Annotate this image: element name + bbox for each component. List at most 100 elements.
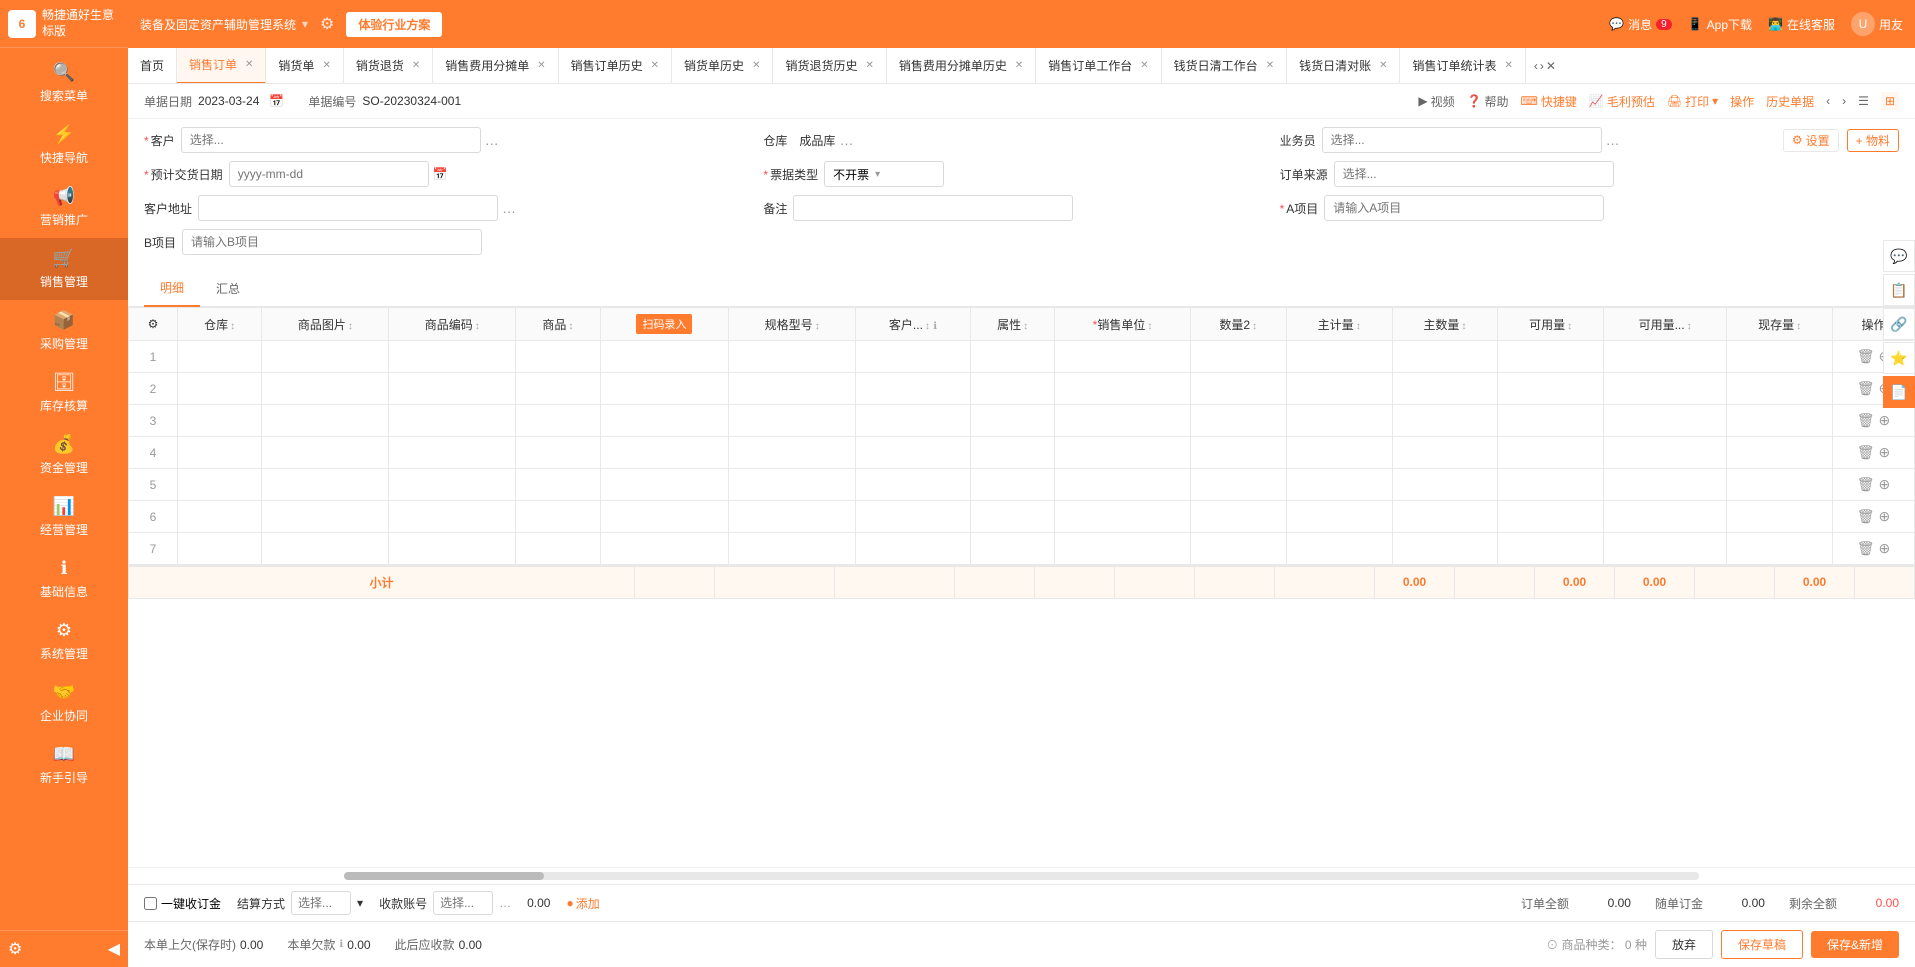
th-available[interactable]: 可用量↕ <box>1498 308 1604 341</box>
tab-close-icon[interactable]: ✕ <box>537 60 545 71</box>
delete-icon[interactable]: 🗑 <box>1857 508 1875 525</box>
tab-order-history[interactable]: 销售订单历史 ✕ <box>559 48 672 84</box>
tab-invoice-history[interactable]: 销货单历史 ✕ <box>672 48 773 84</box>
app-download-item[interactable]: 📱 App下载 <box>1688 16 1752 33</box>
tab-close-icon[interactable]: ✕ <box>1379 60 1387 71</box>
right-btn-doc[interactable]: 📄 <box>1883 376 1915 408</box>
save-draft-button[interactable]: 保存草稿 <box>1721 930 1803 959</box>
tab-expense-split[interactable]: 销售费用分摊单 ✕ <box>433 48 558 84</box>
form-view-icon[interactable]: ⊞ <box>1881 92 1899 110</box>
sidebar-item-cooperation[interactable]: 🤝 企业协同 <box>0 672 128 734</box>
right-btn-link[interactable]: 🔗 <box>1883 308 1915 340</box>
tab-sales-return[interactable]: 销货退货 ✕ <box>344 48 433 84</box>
invoice-select[interactable]: 不开票 ▾ <box>824 161 944 187</box>
tab-cash-workbench[interactable]: 钱货日清工作台 ✕ <box>1162 48 1287 84</box>
tab-workbench[interactable]: 销售订单工作台 ✕ <box>1036 48 1161 84</box>
discard-button[interactable]: 放弃 <box>1655 930 1713 959</box>
right-btn-chat[interactable]: 💬 <box>1883 240 1915 272</box>
message-item[interactable]: 💬 消息 9 <box>1609 16 1672 33</box>
tab-nav[interactable]: ‹ › ✕ <box>1526 59 1564 73</box>
staff-ellipsis[interactable]: … <box>1606 132 1620 148</box>
detail-tab-detail[interactable]: 明细 <box>144 271 200 307</box>
one-click-check[interactable] <box>144 897 157 910</box>
th-qty2[interactable]: 数量2↕ <box>1190 308 1286 341</box>
profit-btn[interactable]: 📈 毛利预估 <box>1589 93 1655 110</box>
th-unit[interactable]: *销售单位↕ <box>1055 308 1190 341</box>
warehouse-ellipsis[interactable]: … <box>839 132 853 148</box>
one-click-checkbox[interactable]: 一键收订金 <box>144 895 221 912</box>
tab-sales-invoice[interactable]: 销货单 ✕ <box>266 48 343 84</box>
copy-icon[interactable]: ⊕ <box>1879 508 1891 525</box>
th-settings[interactable]: ⚙ <box>129 308 178 341</box>
payment-input[interactable] <box>291 891 351 915</box>
address-ellipsis[interactable]: … <box>502 200 516 216</box>
tab-close-icon[interactable]: ✕ <box>1266 60 1274 71</box>
settings-bottom-icon[interactable]: ⚙ <box>8 939 22 959</box>
b-project-input[interactable] <box>182 229 482 255</box>
tab-close-icon[interactable]: ✕ <box>412 60 420 71</box>
detail-tab-summary[interactable]: 汇总 <box>200 271 256 307</box>
tab-prev-icon[interactable]: ‹ <box>1534 59 1538 73</box>
sidebar-item-marketing[interactable]: 📢 营销推广 <box>0 176 128 238</box>
topbar-gear-icon[interactable]: ⚙ <box>320 14 334 34</box>
delete-icon[interactable]: 🗑 <box>1857 476 1875 493</box>
th-customer-code[interactable]: 客户...↕ ℹ <box>856 308 971 341</box>
tab-close-icon[interactable]: ✕ <box>752 60 760 71</box>
th-warehouse[interactable]: 仓库↕ <box>177 308 262 341</box>
view-btn[interactable]: ▶ 视频 <box>1418 93 1454 110</box>
add-payment-btn[interactable]: ● 添加 <box>566 895 599 912</box>
calendar-icon[interactable]: 📅 <box>269 94 284 108</box>
collapse-icon[interactable]: ◀ <box>108 939 120 959</box>
print-btn[interactable]: 🖨 打印 ▾ <box>1667 93 1718 110</box>
sidebar-item-quick[interactable]: ⚡ 快捷导航 <box>0 114 128 176</box>
remark-input[interactable] <box>793 195 1073 221</box>
tab-sales-order[interactable]: 销售订单 ✕ <box>177 48 266 84</box>
sidebar-item-finance[interactable]: 💰 资金管理 <box>0 424 128 486</box>
tab-next-icon[interactable]: › <box>1540 59 1544 73</box>
settings-btn[interactable]: ⚙ 设置 <box>1783 129 1839 152</box>
th-product[interactable]: 商品↕ <box>516 308 601 341</box>
copy-icon[interactable]: ⊕ <box>1879 476 1891 493</box>
th-available2[interactable]: 可用量...↕ <box>1603 308 1726 341</box>
address-input[interactable] <box>198 195 498 221</box>
delete-icon[interactable]: 🗑 <box>1857 540 1875 557</box>
tab-close-icon[interactable]: ✕ <box>1140 60 1148 71</box>
account-input[interactable] <box>433 891 493 915</box>
th-attr[interactable]: 属性↕ <box>970 308 1055 341</box>
solution-button[interactable]: 体验行业方案 <box>346 12 442 37</box>
operation-btn[interactable]: 操作 <box>1730 93 1754 110</box>
order-source-input[interactable] <box>1334 161 1614 187</box>
scrollbar-thumb[interactable] <box>344 872 544 880</box>
tab-close-icon[interactable]: ✕ <box>651 60 659 71</box>
tab-close-icon[interactable]: ✕ <box>865 60 873 71</box>
sidebar-item-guide[interactable]: 📖 新手引导 <box>0 734 128 796</box>
copy-icon[interactable]: ⊕ <box>1879 412 1891 429</box>
sidebar-item-sales[interactable]: 🛒 销售管理 <box>0 238 128 300</box>
sidebar-item-base[interactable]: ℹ 基础信息 <box>0 548 128 610</box>
account-ellipsis[interactable]: … <box>499 896 511 910</box>
tab-close-icon[interactable]: ✕ <box>1505 60 1513 71</box>
copy-icon[interactable]: ⊕ <box>1879 540 1891 557</box>
a-project-input[interactable] <box>1324 195 1604 221</box>
delete-icon[interactable]: 🗑 <box>1857 380 1875 397</box>
delivery-input[interactable] <box>229 161 429 187</box>
sidebar-item-search[interactable]: 🔍 搜索菜单 <box>0 52 128 114</box>
delete-icon[interactable]: 🗑 <box>1857 348 1875 365</box>
tab-more-icon[interactable]: ✕ <box>1546 59 1556 73</box>
tab-cash-reconcile[interactable]: 钱货日清对账 ✕ <box>1287 48 1400 84</box>
history-btn[interactable]: 历史单据 <box>1766 93 1814 110</box>
th-code[interactable]: 商品编码↕ <box>389 308 516 341</box>
th-spec[interactable]: 规格型号↕ <box>729 308 856 341</box>
th-stock[interactable]: 现存量↕ <box>1727 308 1833 341</box>
tab-close-icon[interactable]: ✕ <box>1015 60 1023 71</box>
add-product-btn[interactable]: + 物料 <box>1847 129 1899 152</box>
tab-return-history[interactable]: 销货退货历史 ✕ <box>773 48 886 84</box>
online-service-item[interactable]: 👨‍💻 在线客服 <box>1768 16 1835 33</box>
copy-icon[interactable]: ⊕ <box>1879 444 1891 461</box>
shortcut-btn[interactable]: ⌨ 快捷键 <box>1521 93 1577 110</box>
scan-button[interactable]: 扫码录入 <box>636 314 692 334</box>
nav-next-icon[interactable]: › <box>1842 94 1846 108</box>
list-view-icon[interactable]: ☰ <box>1858 94 1869 108</box>
tab-home[interactable]: 首页 <box>128 48 177 84</box>
tab-expense-history[interactable]: 销售费用分摊单历史 ✕ <box>887 48 1036 84</box>
